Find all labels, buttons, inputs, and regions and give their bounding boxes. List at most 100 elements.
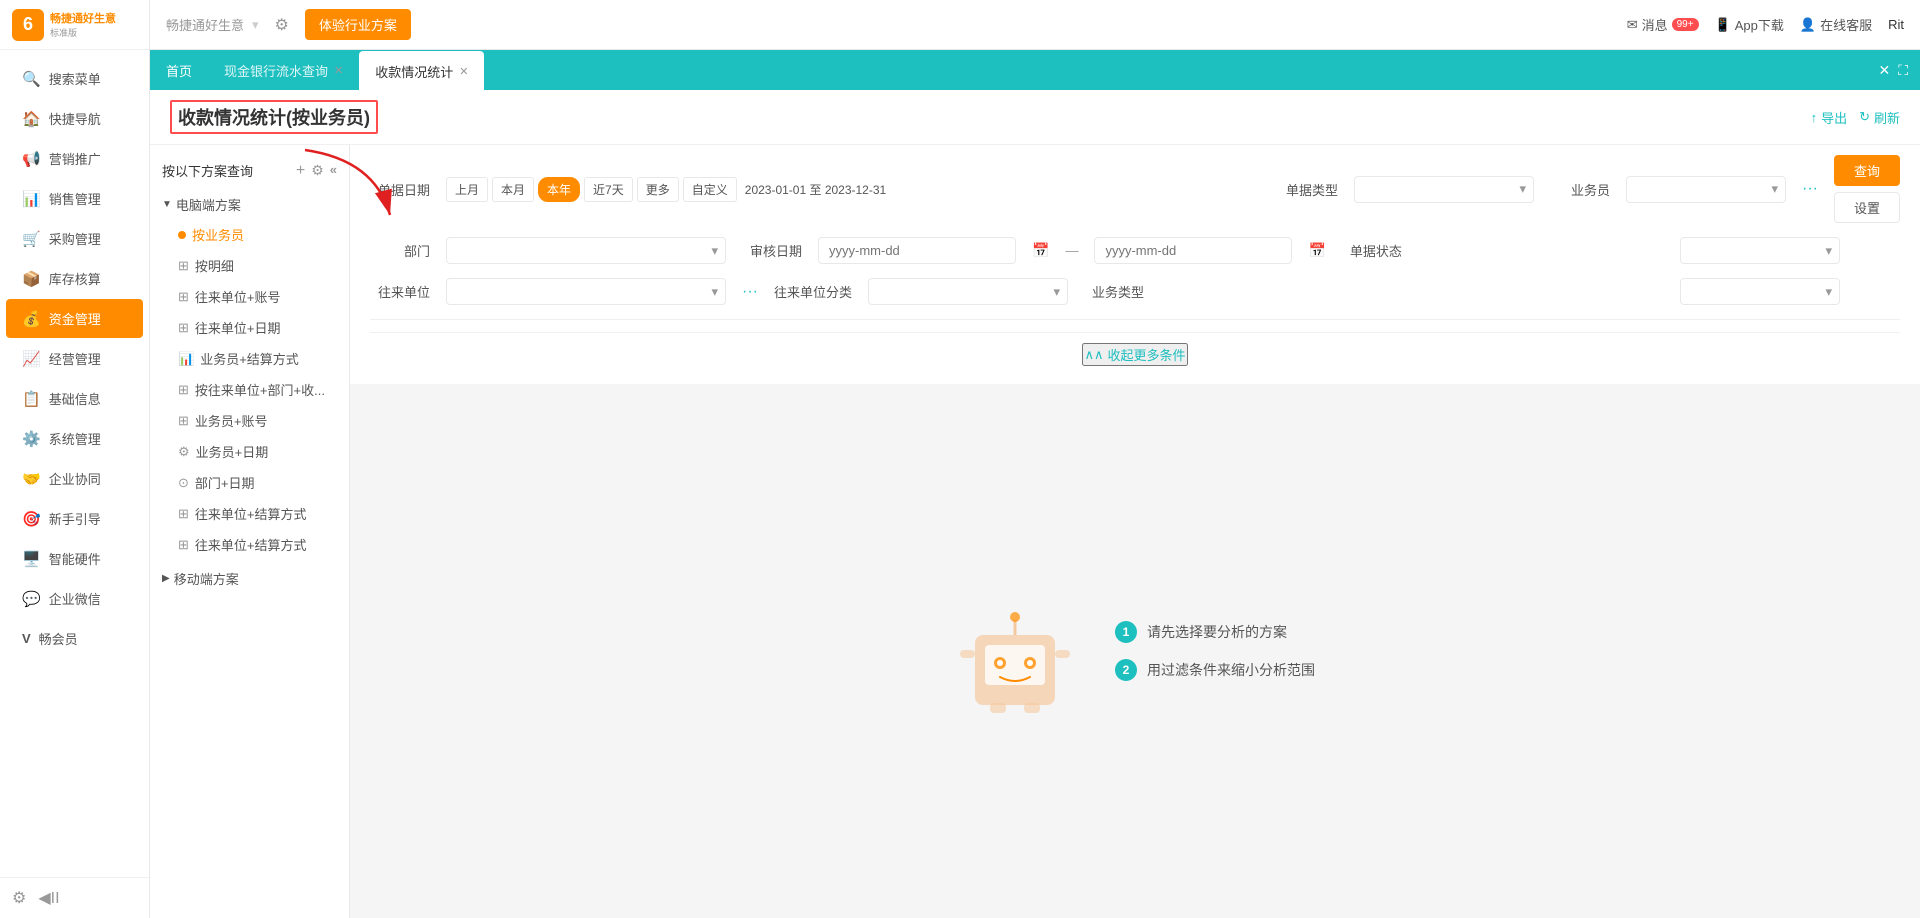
- tab-bank-flow[interactable]: 现金银行流水查询 ✕: [208, 50, 359, 90]
- message-link[interactable]: ✉ 消息 99+: [1627, 15, 1699, 34]
- sidebar-item-quick-nav[interactable]: 🏠 快捷导航: [6, 99, 143, 138]
- scheme-add-icon[interactable]: +: [296, 162, 305, 180]
- scheme-item-dept-date[interactable]: ⊙ 部门+日期: [150, 467, 349, 498]
- finance-icon: 💰: [22, 310, 41, 328]
- scheme-collapse-icon[interactable]: «: [330, 162, 337, 180]
- service-icon: 👤: [1800, 17, 1816, 33]
- scheme-item-salesman-method[interactable]: 📊 业务员+结算方式: [150, 343, 349, 374]
- dept-select[interactable]: [446, 237, 726, 264]
- settings-button[interactable]: 设置: [1834, 192, 1900, 223]
- scheme-settings-icon[interactable]: ⚙: [311, 162, 324, 180]
- robot-svg: [955, 585, 1075, 715]
- gear-icon[interactable]: ⚙: [275, 15, 289, 35]
- scheme-item-salesman-date[interactable]: ⚙ 业务员+日期: [150, 436, 349, 467]
- trial-btn[interactable]: 体验行业方案: [305, 9, 411, 40]
- top-bar: 畅捷通好生意 ▾ ⚙ 体验行业方案 ✉ 消息 99+ 📱 App下载 👤 在线客…: [150, 0, 1920, 50]
- partner-more-icon[interactable]: ···: [742, 283, 758, 301]
- partner-method1-icon: ⊞: [178, 506, 189, 522]
- calendar-end-icon[interactable]: 📅: [1308, 242, 1325, 259]
- scheme-item-partner-account[interactable]: ⊞ 往来单位+账号: [150, 281, 349, 312]
- sidebar-item-enterprise[interactable]: 🤝 企业协同: [6, 459, 143, 498]
- sidebar-item-inventory[interactable]: 📦 库存核算: [6, 259, 143, 298]
- partner-category-select[interactable]: [868, 278, 1068, 305]
- scheme-item-partner-dept[interactable]: ⊞ 按往来单位+部门+收...: [150, 374, 349, 405]
- scheme-item-partner-method2[interactable]: ⊞ 往来单位+结算方式: [150, 529, 349, 560]
- scheme-item-partner-method1[interactable]: ⊞ 往来单位+结算方式: [150, 498, 349, 529]
- sidebar-item-finance[interactable]: 💰 资金管理: [6, 299, 143, 338]
- tab-collection-stats[interactable]: 收款情况统计 ✕: [359, 51, 484, 91]
- search-menu-icon: 🔍: [22, 70, 41, 88]
- sidebar-collapse-icon[interactable]: ◀II: [38, 888, 59, 908]
- app-download-link[interactable]: 📱 App下载: [1715, 15, 1784, 34]
- sidebar-item-wechat[interactable]: 💬 企业微信: [6, 579, 143, 618]
- scheme-item-salesman-account[interactable]: ⊞ 业务员+账号: [150, 405, 349, 436]
- tab-bank-flow-close[interactable]: ✕: [334, 64, 343, 77]
- date-btn-custom[interactable]: 自定义: [683, 177, 737, 202]
- doc-type-select[interactable]: [1354, 176, 1534, 203]
- collapse-section: ∧∧ 收起更多条件: [370, 319, 1900, 384]
- salesman-label: 业务员: [1550, 180, 1610, 199]
- doc-type-select-wrapper: [1354, 176, 1534, 203]
- tab-close-all-icon[interactable]: ✕: [1878, 62, 1890, 79]
- bottom-section: 1 请先选择要分析的方案 2 用过滤条件来缩小分析范围: [350, 384, 1920, 918]
- scheme-item-by-salesman[interactable]: 按业务员: [150, 219, 349, 250]
- enterprise-icon: 🤝: [22, 470, 41, 488]
- sidebar-item-member[interactable]: V 畅会员: [6, 619, 143, 658]
- purchase-icon: 🛒: [22, 230, 41, 248]
- collapse-icon: ∧∧: [1084, 347, 1103, 363]
- sidebar-item-search-menu[interactable]: 🔍 搜索菜单: [6, 59, 143, 98]
- collapse-button[interactable]: ∧∧ 收起更多条件: [1082, 343, 1187, 366]
- sidebar-item-sales[interactable]: 📊 销售管理: [6, 179, 143, 218]
- user-avatar[interactable]: Rit: [1888, 17, 1904, 32]
- tab-expand-icon[interactable]: ⛶: [1898, 62, 1908, 79]
- sidebar-item-hardware[interactable]: 🖥️ 智能硬件: [6, 539, 143, 578]
- review-date-start[interactable]: [818, 237, 1016, 264]
- export-button[interactable]: ↑ 导出: [1811, 108, 1848, 127]
- partner-select[interactable]: [446, 278, 726, 305]
- filter-row-1: 单据日期 上月 本月 本年 近7天 更多 自定义 2023-01-01 至 20…: [370, 155, 1900, 223]
- sidebar-item-guide[interactable]: 🎯 新手引导: [6, 499, 143, 538]
- scheme-group-desktop-title[interactable]: ▼ 电脑端方案: [150, 190, 349, 219]
- sidebar-item-system[interactable]: ⚙️ 系统管理: [6, 419, 143, 458]
- filter-actions: 查询 设置: [1834, 155, 1900, 223]
- date-btn-this-year[interactable]: 本年: [538, 177, 580, 202]
- operations-icon: 📈: [22, 350, 41, 368]
- main-content-wrapper: 单据日期 上月 本月 本年 近7天 更多 自定义 2023-01-01 至 20…: [350, 145, 1920, 918]
- tab-home[interactable]: 首页: [150, 50, 208, 90]
- scheme-group-mobile: ▶ 移动端方案: [150, 564, 349, 593]
- sidebar-nav: 🔍 搜索菜单 🏠 快捷导航 📢 营销推广 📊 销售管理 🛒 采购管理 📦: [0, 50, 149, 877]
- date-btn-last-7[interactable]: 近7天: [584, 177, 633, 202]
- salesman-more-icon[interactable]: ···: [1802, 180, 1818, 198]
- review-date-end[interactable]: [1094, 237, 1292, 264]
- sidebar-item-operations[interactable]: 📈 经营管理: [6, 339, 143, 378]
- date-btn-last-month[interactable]: 上月: [446, 177, 488, 202]
- scheme-item-by-detail[interactable]: ⊞ 按明细: [150, 250, 349, 281]
- salesman-account-icon: ⊞: [178, 413, 189, 429]
- sidebar-item-basic-info[interactable]: 📋 基础信息: [6, 379, 143, 418]
- logo-text: 畅捷通好生意 标准版: [50, 10, 116, 39]
- scheme-group-mobile-title[interactable]: ▶ 移动端方案: [150, 564, 349, 593]
- online-service-link[interactable]: 👤 在线客服: [1800, 15, 1872, 34]
- scheme-panel-header: 按以下方案查询 + ⚙ «: [150, 155, 349, 186]
- scheme-panel: 按以下方案查询 + ⚙ « ▼ 电脑端方案: [150, 145, 350, 918]
- date-btn-more[interactable]: 更多: [637, 177, 679, 202]
- basic-info-icon: 📋: [22, 390, 41, 408]
- doc-type-label: 单据类型: [1278, 180, 1338, 199]
- calendar-start-icon[interactable]: 📅: [1032, 242, 1049, 259]
- dept-label: 部门: [370, 241, 430, 260]
- partner-category-label: 往来单位分类: [774, 282, 852, 301]
- sidebar-item-marketing[interactable]: 📢 营销推广: [6, 139, 143, 178]
- refresh-button[interactable]: ↻ 刷新: [1859, 108, 1900, 127]
- salesman-select[interactable]: [1626, 176, 1786, 203]
- sidebar-item-purchase[interactable]: 🛒 采购管理: [6, 219, 143, 258]
- content-area: 收款情况统计(按业务员) ↑ 导出 ↻ 刷新 按以下方: [150, 90, 1920, 918]
- scheme-item-partner-date[interactable]: ⊞ 往来单位+日期: [150, 312, 349, 343]
- export-icon: ↑: [1811, 110, 1818, 125]
- tab-collection-stats-close[interactable]: ✕: [459, 65, 468, 78]
- query-button[interactable]: 查询: [1834, 155, 1900, 186]
- biz-type-select[interactable]: [1680, 278, 1840, 305]
- tab-bar: 首页 现金银行流水查询 ✕ 收款情况统计 ✕ ✕ ⛶: [150, 50, 1920, 90]
- doc-status-select[interactable]: [1680, 237, 1840, 264]
- date-btn-this-month[interactable]: 本月: [492, 177, 534, 202]
- sidebar-settings-icon[interactable]: ⚙: [12, 888, 26, 908]
